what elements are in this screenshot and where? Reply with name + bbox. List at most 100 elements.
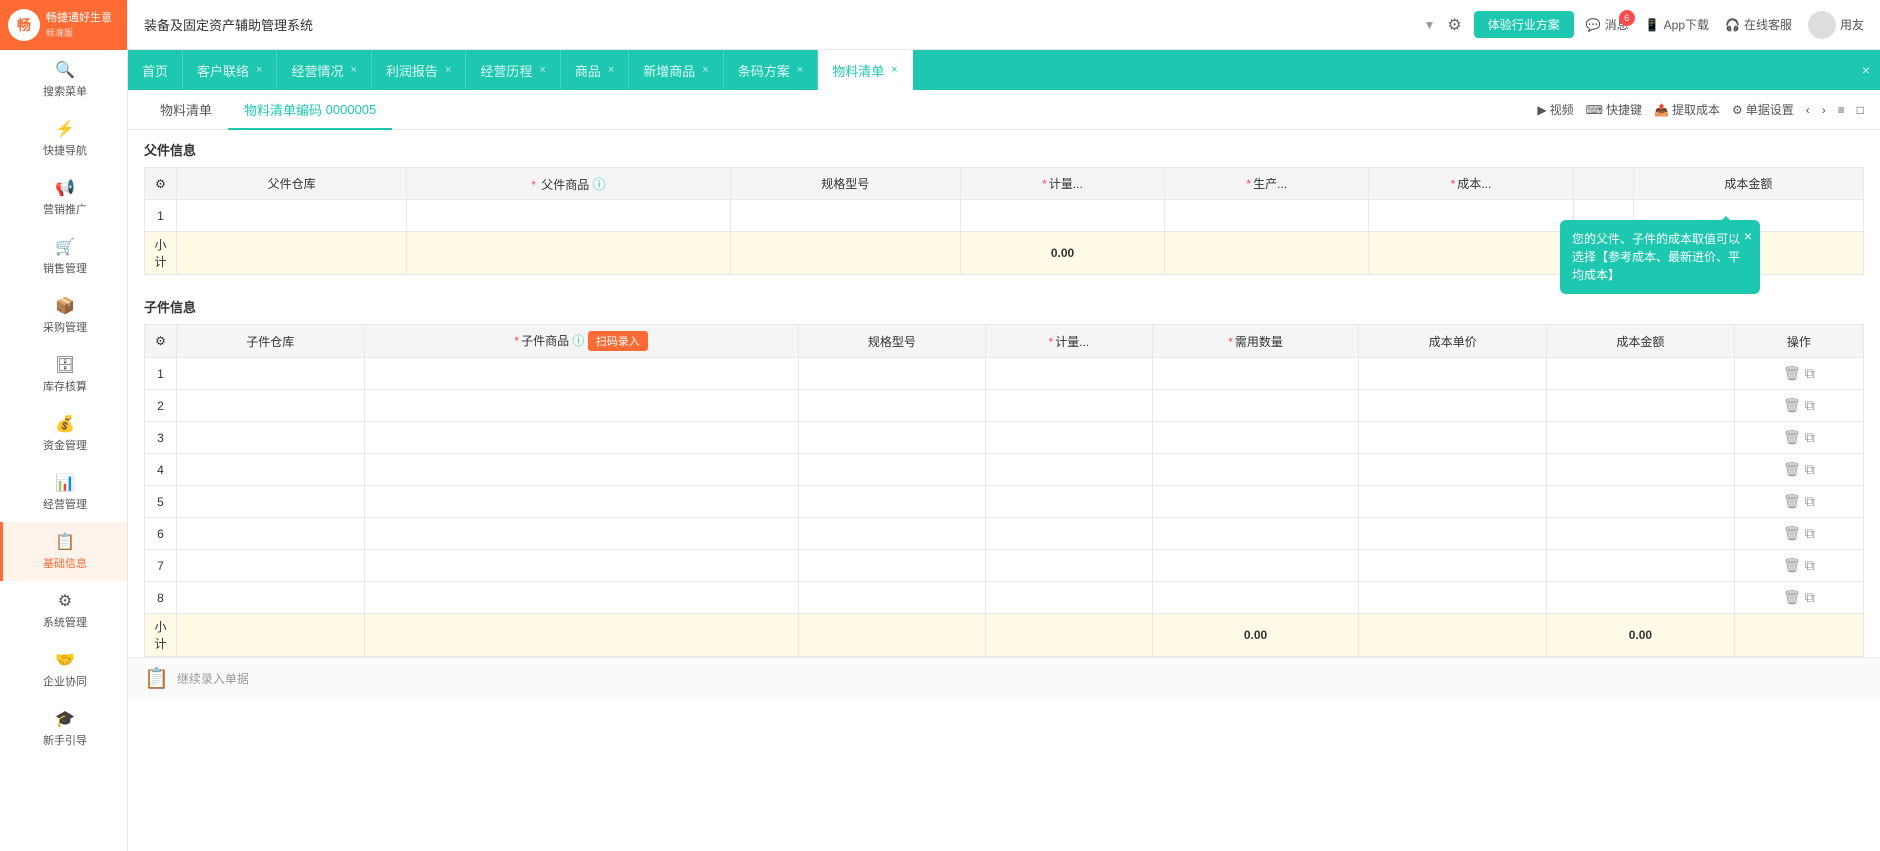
child-cell-goods[interactable] — [364, 550, 798, 582]
delete-row-button[interactable]: 🗑 — [1783, 461, 1801, 478]
copy-row-button[interactable]: ⧉ — [1805, 557, 1815, 574]
child-cell-qty[interactable] — [1152, 550, 1359, 582]
sidebar-item-sales[interactable]: 🛒 销售管理 — [0, 227, 127, 286]
child-cell-unit-cost[interactable] — [1359, 518, 1547, 550]
tab-history[interactable]: 经营历程 × — [466, 50, 560, 90]
child-cell-unit[interactable] — [986, 454, 1152, 486]
child-cell-goods[interactable] — [364, 390, 798, 422]
child-cell-unit-cost[interactable] — [1359, 422, 1547, 454]
tab-goods[interactable]: 商品 × — [561, 50, 629, 90]
system-dropdown-button[interactable]: ▼ — [1423, 18, 1435, 32]
nav-shrink-button[interactable]: □ — [1857, 103, 1864, 117]
sidebar-item-collab[interactable]: 🤝 企业协同 — [0, 640, 127, 699]
child-cell-spec[interactable] — [798, 582, 986, 614]
child-cell-goods[interactable] — [364, 486, 798, 518]
user-button[interactable]: 用友 — [1808, 11, 1864, 39]
child-cell-qty[interactable] — [1152, 518, 1359, 550]
extract-cost-button[interactable]: 📤 提取成本 — [1654, 101, 1720, 118]
child-cell-qty[interactable] — [1152, 486, 1359, 518]
sub-tab-detail[interactable]: 物料清单编码 0000005 — [228, 90, 392, 130]
delete-row-button[interactable]: 🗑 — [1783, 365, 1801, 382]
copy-row-button[interactable]: ⧉ — [1805, 429, 1815, 446]
child-cell-unit[interactable] — [986, 582, 1152, 614]
child-cell-qty[interactable] — [1152, 422, 1359, 454]
delete-row-button[interactable]: 🗑 — [1783, 493, 1801, 510]
parent-cell-production[interactable] — [1165, 200, 1369, 232]
child-cell-warehouse[interactable] — [177, 550, 365, 582]
child-cell-goods[interactable] — [364, 518, 798, 550]
child-cell-unit-cost[interactable] — [1359, 582, 1547, 614]
copy-row-button[interactable]: ⧉ — [1805, 493, 1815, 510]
tab-close-icon[interactable]: × — [350, 64, 356, 76]
child-cell-goods[interactable] — [364, 582, 798, 614]
single-settings-button[interactable]: ⚙ 单据设置 — [1732, 101, 1794, 118]
tab-home[interactable]: 首页 — [128, 50, 183, 90]
child-cell-unit-cost[interactable] — [1359, 550, 1547, 582]
child-cell-qty[interactable] — [1152, 358, 1359, 390]
delete-row-button[interactable]: 🗑 — [1783, 557, 1801, 574]
tab-bom[interactable]: 物料清单 × — [818, 50, 912, 90]
child-cell-spec[interactable] — [798, 550, 986, 582]
child-cell-unit[interactable] — [986, 422, 1152, 454]
copy-row-button[interactable]: ⧉ — [1805, 525, 1815, 542]
bottom-icon[interactable]: 📋 — [144, 666, 169, 691]
child-cell-unit[interactable] — [986, 550, 1152, 582]
sidebar-item-guide[interactable]: 🎓 新手引导 — [0, 699, 127, 758]
parent-cell-spec[interactable] — [730, 200, 960, 232]
child-cell-spec[interactable] — [798, 358, 986, 390]
sidebar-item-purchase[interactable]: 📦 采购管理 — [0, 286, 127, 345]
nav-prev-button[interactable]: ‹ — [1806, 103, 1810, 117]
copy-row-button[interactable]: ⧉ — [1805, 397, 1815, 414]
sidebar-item-system[interactable]: ⚙ 系统管理 — [0, 581, 127, 640]
message-button[interactable]: 💬 消息 6 — [1586, 16, 1629, 33]
delete-row-button[interactable]: 🗑 — [1783, 589, 1801, 606]
child-cell-goods[interactable] — [364, 454, 798, 486]
child-cell-warehouse[interactable] — [177, 518, 365, 550]
copy-row-button[interactable]: ⧉ — [1805, 461, 1815, 478]
child-cell-unit[interactable] — [986, 358, 1152, 390]
child-cell-goods[interactable] — [364, 422, 798, 454]
sidebar-item-marketing[interactable]: 📢 营销推广 — [0, 168, 127, 227]
tab-close-icon[interactable]: × — [445, 64, 451, 76]
tab-close-icon[interactable]: × — [256, 64, 262, 76]
delete-row-button[interactable]: 🗑 — [1783, 397, 1801, 414]
nav-next-button[interactable]: › — [1822, 103, 1826, 117]
tab-newgoods[interactable]: 新增商品 × — [629, 50, 723, 90]
child-cell-unit[interactable] — [986, 390, 1152, 422]
parent-cell-unit[interactable] — [960, 200, 1164, 232]
child-cell-warehouse[interactable] — [177, 358, 365, 390]
child-cell-warehouse[interactable] — [177, 582, 365, 614]
child-cell-unit-cost[interactable] — [1359, 454, 1547, 486]
child-cell-spec[interactable] — [798, 390, 986, 422]
sub-tab-list[interactable]: 物料清单 — [144, 90, 228, 130]
child-cell-unit-cost[interactable] — [1359, 390, 1547, 422]
app-download-button[interactable]: 📱 App下载 — [1645, 16, 1709, 33]
parent-th-settings[interactable]: ⚙ — [145, 168, 177, 200]
child-cell-goods[interactable] — [364, 358, 798, 390]
tab-operations[interactable]: 经营情况 × — [277, 50, 371, 90]
tab-close-icon[interactable]: × — [539, 64, 545, 76]
view-video-button[interactable]: ▶ 视频 — [1537, 101, 1573, 118]
topbar-gear-icon[interactable]: ⚙ — [1447, 15, 1461, 35]
delete-row-button[interactable]: 🗑 — [1783, 525, 1801, 542]
child-cell-warehouse[interactable] — [177, 422, 365, 454]
copy-row-button[interactable]: ⧉ — [1805, 365, 1815, 382]
child-cell-qty[interactable] — [1152, 582, 1359, 614]
sidebar-item-search[interactable]: 🔍 搜索菜单 — [0, 50, 127, 109]
scan-input-button[interactable]: 扫码录入 — [588, 331, 648, 351]
child-cell-warehouse[interactable] — [177, 486, 365, 518]
parent-cell-cost[interactable] — [1369, 200, 1573, 232]
sidebar-item-quicknav[interactable]: ⚡ 快捷导航 — [0, 109, 127, 168]
child-cell-warehouse[interactable] — [177, 454, 365, 486]
trial-button[interactable]: 体验行业方案 — [1474, 11, 1574, 38]
child-cell-unit[interactable] — [986, 518, 1152, 550]
parent-cell-warehouse[interactable] — [177, 200, 407, 232]
child-cell-spec[interactable] — [798, 422, 986, 454]
shortcut-button[interactable]: ⌨ 快捷键 — [1586, 101, 1642, 118]
child-cell-qty[interactable] — [1152, 454, 1359, 486]
tab-customer[interactable]: 客户联络 × — [183, 50, 277, 90]
sidebar-item-basic[interactable]: 📋 基础信息 — [0, 522, 127, 581]
tooltip-close-button[interactable]: × — [1744, 226, 1752, 247]
online-service-button[interactable]: 🎧 在线客服 — [1725, 16, 1792, 33]
tab-close-icon[interactable]: × — [702, 64, 708, 76]
